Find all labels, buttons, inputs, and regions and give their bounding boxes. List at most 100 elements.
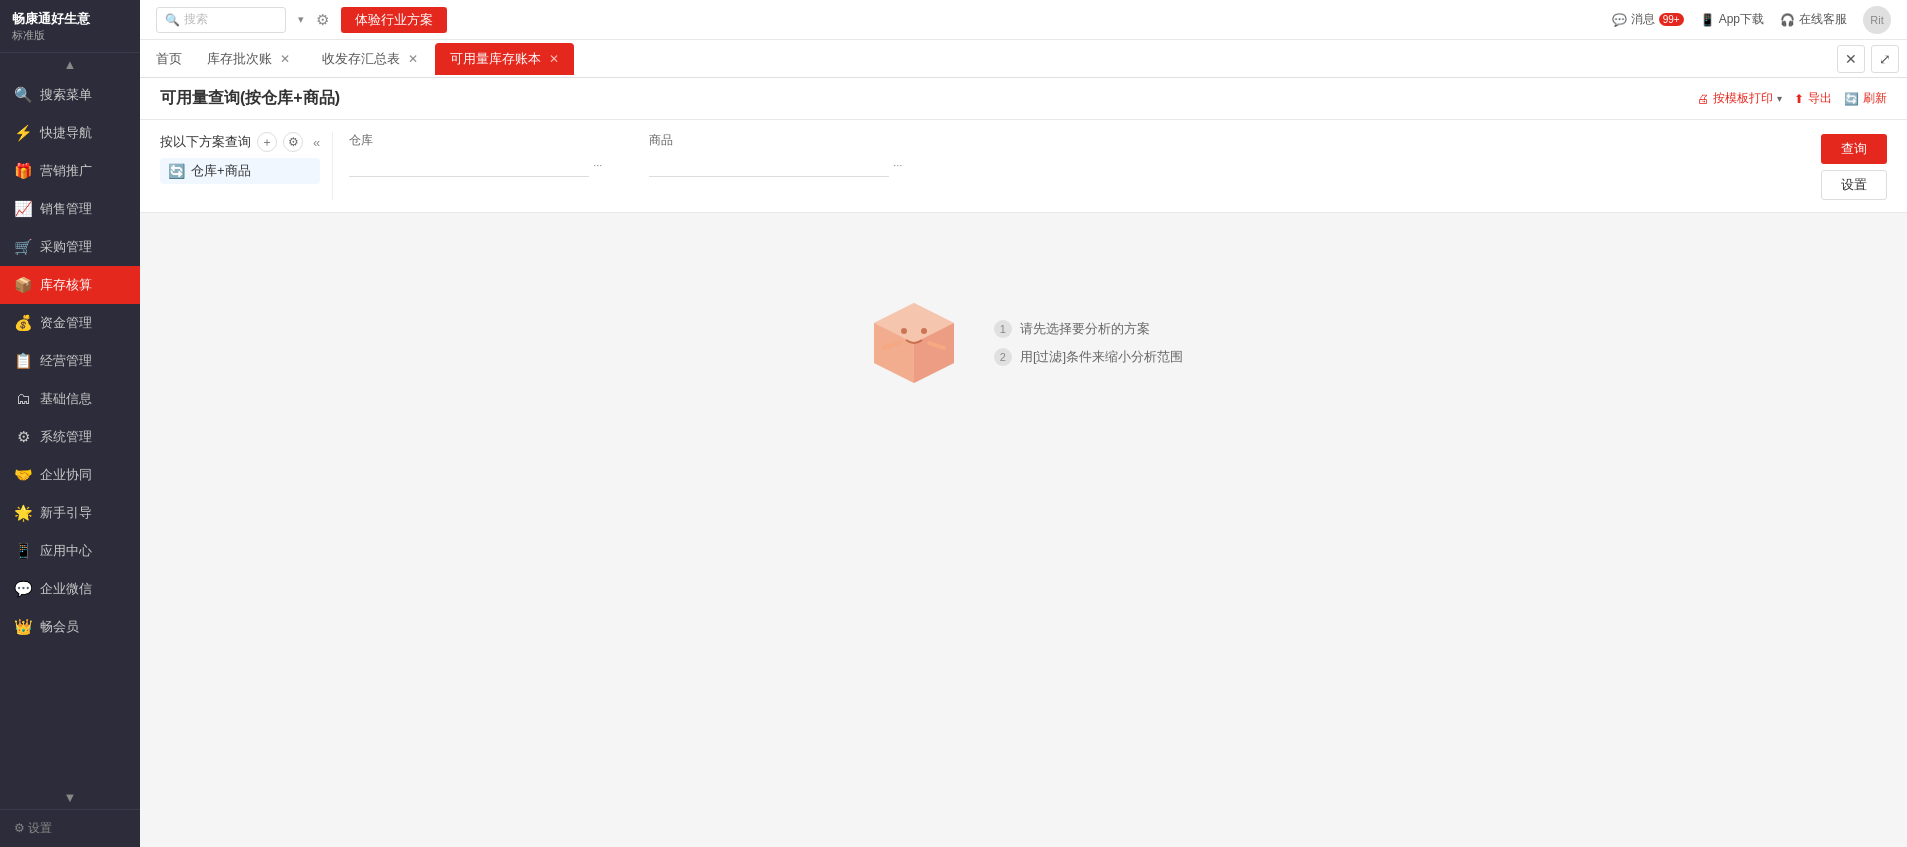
- filter-settings-button[interactable]: 设置: [1821, 170, 1887, 200]
- scheme-icon: 🔄: [168, 163, 185, 179]
- sidebar-label-vip: 畅会员: [40, 618, 79, 636]
- page-title: 可用量查询(按仓库+商品): [160, 88, 340, 109]
- warehouse-more-button[interactable]: ···: [593, 159, 602, 171]
- sidebar-item-appcenter[interactable]: 📱应用中心: [0, 532, 140, 570]
- sidebar-icon-operation: 📋: [14, 352, 32, 370]
- manage-scheme-button[interactable]: ⚙: [283, 132, 303, 152]
- search-dropdown-arrow[interactable]: ▾: [298, 13, 304, 26]
- trial-button[interactable]: 体验行业方案: [341, 7, 447, 33]
- add-scheme-button[interactable]: ＋: [257, 132, 277, 152]
- scheme-label: 按以下方案查询: [160, 133, 251, 151]
- sidebar-label-basic: 基础信息: [40, 390, 92, 408]
- sidebar-item-system[interactable]: ⚙ 系统管理: [0, 418, 140, 456]
- appdownload-label: App下载: [1719, 11, 1764, 28]
- tab-available-label: 可用量库存账本: [450, 50, 541, 68]
- tip-num-1: 1: [994, 320, 1012, 338]
- sidebar-icon-vip: 👑: [14, 618, 32, 636]
- scheme-label-text: 仓库+商品: [191, 162, 251, 180]
- sidebar-label-quicknav: 快捷导航: [40, 124, 92, 142]
- tab-available-close[interactable]: ✕: [549, 52, 559, 66]
- sidebar-item-vip[interactable]: 👑 畅会员: [0, 608, 140, 646]
- appdownload-icon: 📱: [1700, 13, 1715, 27]
- empty-tip-1: 1 请先选择要分析的方案: [994, 320, 1183, 338]
- tab-maximize[interactable]: ⤢: [1871, 45, 1899, 73]
- refresh-icon: 🔄: [1844, 92, 1859, 106]
- tabs-bar: 首页 库存批次账 ✕ 收发存汇总表 ✕ 可用量库存账本 ✕ ✕ ⤢: [140, 40, 1907, 78]
- sidebar-item-search[interactable]: 🔍搜索菜单: [0, 76, 140, 114]
- collapse-button[interactable]: «: [313, 135, 320, 150]
- messages-item[interactable]: 💬 消息 99+: [1612, 11, 1684, 28]
- user-avatar[interactable]: Rit: [1863, 6, 1891, 34]
- filter-field-warehouse: 仓库 ···: [349, 132, 629, 177]
- tab-summary-close[interactable]: ✕: [408, 52, 418, 66]
- sidebar-icon-system: ⚙: [14, 428, 32, 446]
- main-area: 🔍 搜索 ▾ ⚙ 体验行业方案 💬 消息 99+ 📱 App下载 🎧 在线客服 …: [140, 0, 1907, 847]
- tab-summary-label: 收发存汇总表: [322, 50, 400, 68]
- tab-available-stock[interactable]: 可用量库存账本 ✕: [435, 43, 574, 75]
- search-icon: 🔍: [165, 13, 180, 27]
- print-dropdown-arrow[interactable]: ▾: [1777, 93, 1782, 104]
- scheme-warehouse-product[interactable]: 🔄 仓库+商品: [160, 158, 320, 184]
- tab-inventory-summary[interactable]: 收发存汇总表 ✕: [307, 43, 433, 75]
- settings-icon[interactable]: ⚙: [316, 11, 329, 29]
- sidebar-label-sales: 销售管理: [40, 200, 92, 218]
- app-name: 畅康通好生意: [12, 10, 128, 28]
- warehouse-input[interactable]: [349, 153, 589, 177]
- sidebar-item-marketing[interactable]: 🎁营销推广: [0, 152, 140, 190]
- warehouse-label: 仓库: [349, 132, 629, 149]
- refresh-label: 刷新: [1863, 90, 1887, 107]
- export-button[interactable]: ⬆ 导出: [1794, 90, 1832, 107]
- sidebar-item-wechat[interactable]: 💬企业微信: [0, 570, 140, 608]
- warehouse-input-row: ···: [349, 153, 629, 177]
- sidebar-icon-collab: 🤝: [14, 466, 32, 484]
- filter-field-product: 商品 ···: [649, 132, 929, 177]
- sidebar-icon-search: 🔍: [14, 86, 32, 104]
- message-icon: 💬: [1612, 13, 1627, 27]
- sidebar-label-system: 系统管理: [40, 428, 92, 446]
- empty-illustration: [864, 293, 964, 393]
- sidebar-item-operation[interactable]: 📋经营管理: [0, 342, 140, 380]
- support-icon: 🎧: [1780, 13, 1795, 27]
- sidebar-scroll-up[interactable]: ▲: [0, 53, 140, 76]
- print-button[interactable]: 🖨 按模板打印 ▾: [1697, 90, 1782, 107]
- empty-visual: 1 请先选择要分析的方案 2 用[过滤]条件来缩小分析范围: [864, 293, 1183, 393]
- filter-fields: 仓库 ··· 商品 ···: [349, 132, 1805, 200]
- tab-batch[interactable]: 库存批次账 ✕: [192, 43, 305, 75]
- support-label: 在线客服: [1799, 11, 1847, 28]
- sidebar-label-wechat: 企业微信: [40, 580, 92, 598]
- page-header: 可用量查询(按仓库+商品) 🖨 按模板打印 ▾ ⬆ 导出 🔄 刷新: [140, 78, 1907, 120]
- sidebar-item-sales[interactable]: 📈 销售管理: [0, 190, 140, 228]
- header-right: 💬 消息 99+ 📱 App下载 🎧 在线客服 Rit: [1612, 6, 1891, 34]
- support-item[interactable]: 🎧 在线客服: [1780, 11, 1847, 28]
- sidebar-item-finance[interactable]: 💰资金管理: [0, 304, 140, 342]
- sidebar-item-purchase[interactable]: 🛒采购管理: [0, 228, 140, 266]
- sidebar-item-collab[interactable]: 🤝企业协同: [0, 456, 140, 494]
- product-input[interactable]: [649, 153, 889, 177]
- sidebar-item-inventory[interactable]: 📦库存核算: [0, 266, 140, 304]
- sidebar-item-quicknav[interactable]: ⚡快捷导航: [0, 114, 140, 152]
- tab-batch-close[interactable]: ✕: [280, 52, 290, 66]
- tab-close-window[interactable]: ✕: [1837, 45, 1865, 73]
- empty-tip-2: 2 用[过滤]条件来缩小分析范围: [994, 348, 1183, 366]
- sidebar-scroll-down[interactable]: ▼: [0, 786, 140, 809]
- query-button[interactable]: 查询: [1821, 134, 1887, 164]
- empty-tip-1-text: 请先选择要分析的方案: [1020, 320, 1150, 338]
- sidebar-item-basic[interactable]: 🗂基础信息: [0, 380, 140, 418]
- header-search-box[interactable]: 🔍 搜索: [156, 7, 286, 33]
- refresh-button[interactable]: 🔄 刷新: [1844, 90, 1887, 107]
- sidebar-icon-sales: 📈: [14, 200, 32, 218]
- tab-home[interactable]: 首页: [148, 50, 190, 68]
- sidebar-label-purchase: 采购管理: [40, 238, 92, 256]
- sidebar-item-guide[interactable]: 🌟新手引导: [0, 494, 140, 532]
- sidebar-label-marketing: 营销推广: [40, 162, 92, 180]
- product-label: 商品: [649, 132, 929, 149]
- filter-actions: 查询 设置: [1821, 132, 1887, 200]
- page-content: 可用量查询(按仓库+商品) 🖨 按模板打印 ▾ ⬆ 导出 🔄 刷新: [140, 78, 1907, 847]
- sidebar-bottom[interactable]: ⚙ 设置: [0, 809, 140, 847]
- app-download-item[interactable]: 📱 App下载: [1700, 11, 1764, 28]
- sidebar: 畅康通好生意 标准版 ▲ 🔍搜索菜单⚡快捷导航🎁营销推广📈销售管理🛒采购管理📦库…: [0, 0, 140, 847]
- tabs-actions: ✕ ⤢: [1837, 45, 1899, 73]
- svg-point-4: [901, 328, 907, 334]
- product-more-button[interactable]: ···: [893, 159, 902, 171]
- sidebar-icon-finance: 💰: [14, 314, 32, 332]
